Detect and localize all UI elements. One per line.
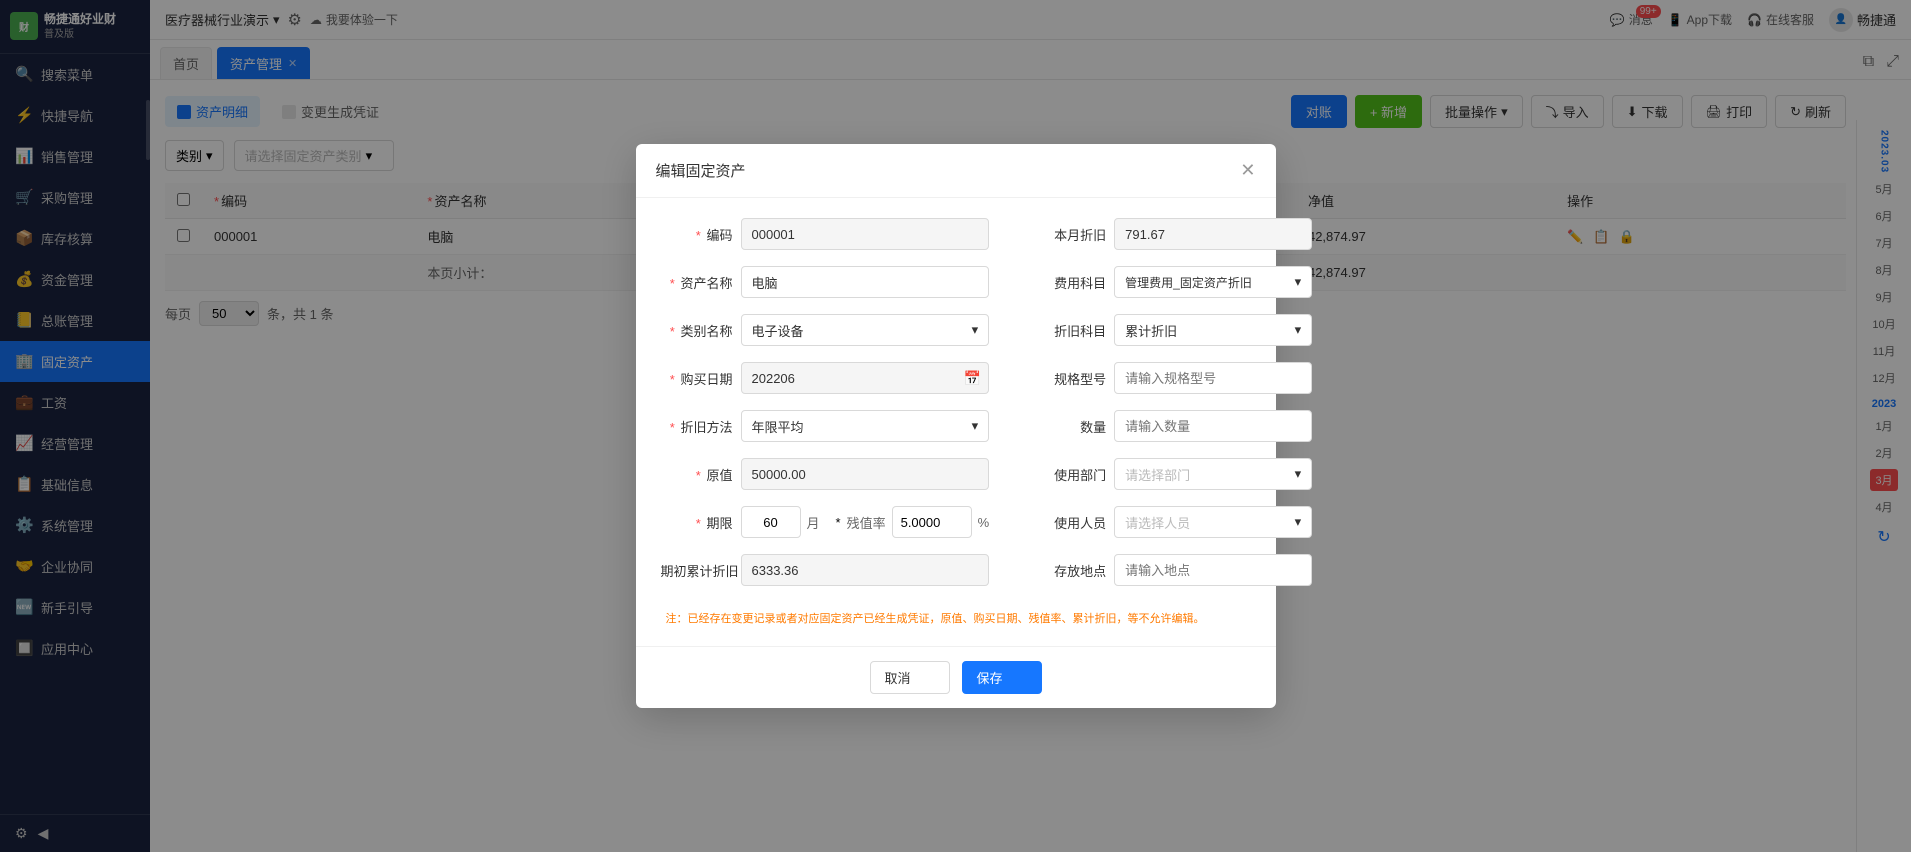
form-col-dep-subject: 折旧科目 累计折旧 ▾ <box>1039 314 1312 346</box>
label-department: 使用部门 <box>1039 465 1114 484</box>
form-col-quantity: 数量 <box>1039 410 1312 442</box>
input-location[interactable] <box>1114 554 1312 586</box>
modal-overlay: 编辑固定资产 ✕ * 编码 <box>0 0 1911 852</box>
expense-subject-value: 管理费用_固定资产折旧 <box>1125 274 1252 291</box>
form-row-purchase-date: * 购买日期 📅 <box>661 362 990 394</box>
form-col-category: * 类别名称 电子设备 ▾ <box>661 314 990 346</box>
form-row-expense-subject: 费用科目 管理费用_固定资产折旧 ▾ <box>1039 266 1312 298</box>
edit-asset-modal: 编辑固定资产 ✕ * 编码 <box>636 144 1276 708</box>
label-initial-dep: 期初累计折旧 <box>661 561 741 580</box>
label-spec: 规格型号 <box>1039 369 1114 388</box>
form-row-dep-subject: 折旧科目 累计折旧 ▾ <box>1039 314 1312 346</box>
form-row-spec: 规格型号 <box>1039 362 1312 394</box>
form-col-original-value: * 原值 <box>661 458 990 490</box>
modal-body: * 编码 * 资产名称 <box>636 198 1276 646</box>
modal-note: 注：已经存在变更记录或者对应固定资产已经生成凭证，原值、购买日期、残值率、累计折… <box>661 610 1251 626</box>
label-code: * 编码 <box>661 225 741 244</box>
form-row-name: * 资产名称 <box>661 266 990 298</box>
form-row-code: * 编码 <box>661 218 990 250</box>
form-row-location: 存放地点 <box>1039 554 1312 586</box>
dep-method-value: 年限平均 <box>752 417 804 436</box>
select-category[interactable]: 电子设备 ▾ <box>741 314 990 346</box>
label-location: 存放地点 <box>1039 561 1114 580</box>
label-dep-method: * 折旧方法 <box>661 417 741 436</box>
form-col-spec: 规格型号 <box>1039 362 1312 394</box>
select-person[interactable]: 请选择人员 ▾ <box>1114 506 1312 538</box>
label-residual-rate: 残值率 <box>847 513 886 532</box>
department-placeholder: 请选择部门 <box>1125 465 1190 484</box>
residual-rate-unit: % <box>978 515 990 530</box>
form-row-initial-dep: 期初累计折旧 <box>661 554 990 586</box>
modal-header: 编辑固定资产 ✕ <box>636 144 1276 198</box>
dep-subject-value: 累计折旧 <box>1125 321 1177 340</box>
form-col-expense-subject: 费用科目 管理费用_固定资产折旧 ▾ <box>1039 266 1312 298</box>
select-dep-method[interactable]: 年限平均 ▾ <box>741 410 990 442</box>
label-monthly-dep: 本月折旧 <box>1039 225 1114 244</box>
form-col-location: 存放地点 <box>1039 554 1312 586</box>
dep-method-dropdown-icon: ▾ <box>972 418 979 434</box>
form-row-person: 使用人员 请选择人员 ▾ <box>1039 506 1312 538</box>
cancel-label: 取消 <box>885 668 911 687</box>
form-row-period: * 期限 月 * 残值率 % <box>661 506 990 538</box>
period-unit: 月 <box>807 513 820 532</box>
input-name[interactable] <box>741 266 990 298</box>
form-col-period: * 期限 月 * 残值率 % <box>661 506 990 538</box>
input-monthly-dep <box>1114 218 1312 250</box>
input-code[interactable] <box>741 218 990 250</box>
input-purchase-date[interactable] <box>741 362 990 394</box>
form-col-person: 使用人员 请选择人员 ▾ <box>1039 506 1312 538</box>
cancel-btn[interactable]: 取消 <box>870 661 950 694</box>
dept-dropdown-icon: ▾ <box>1295 466 1302 482</box>
form-col-initial-dep: 期初累计折旧 <box>661 554 990 586</box>
modal-columns: * 编码 * 资产名称 <box>661 218 1251 602</box>
label-period: * 期限 <box>661 513 741 532</box>
label-original-value: * 原值 <box>661 465 741 484</box>
label-name: * 资产名称 <box>661 273 741 292</box>
purchase-date-wrap: 📅 <box>741 362 990 394</box>
select-department[interactable]: 请选择部门 ▾ <box>1114 458 1312 490</box>
modal-title: 编辑固定资产 <box>656 160 746 181</box>
input-original-value[interactable] <box>741 458 990 490</box>
modal-close-btn[interactable]: ✕ <box>1240 160 1255 181</box>
form-col-name: * 资产名称 <box>661 266 990 298</box>
form-row-department: 使用部门 请选择部门 ▾ <box>1039 458 1312 490</box>
save-label: 保存 <box>977 668 1003 687</box>
period-inline: 月 * 残值率 % <box>741 506 990 538</box>
dep-subject-dropdown-icon: ▾ <box>1295 322 1302 338</box>
label-quantity: 数量 <box>1039 417 1114 436</box>
form-col-monthly-dep: 本月折旧 <box>1039 218 1312 250</box>
form-row-quantity: 数量 <box>1039 410 1312 442</box>
label-category: * 类别名称 <box>661 321 741 340</box>
label-person: 使用人员 <box>1039 513 1114 532</box>
person-placeholder: 请选择人员 <box>1125 513 1190 532</box>
form-row-category: * 类别名称 电子设备 ▾ <box>661 314 990 346</box>
modal-footer: 取消 保存 <box>636 646 1276 708</box>
save-btn[interactable]: 保存 <box>962 661 1042 694</box>
form-col-purchase-date: * 购买日期 📅 <box>661 362 990 394</box>
form-row-original-value: * 原值 <box>661 458 990 490</box>
form-col-department: 使用部门 请选择部门 ▾ <box>1039 458 1312 490</box>
select-expense-subject[interactable]: 管理费用_固定资产折旧 ▾ <box>1114 266 1312 298</box>
label-purchase-date: * 购买日期 <box>661 369 741 388</box>
form-row-monthly-dep: 本月折旧 <box>1039 218 1312 250</box>
select-dep-subject[interactable]: 累计折旧 ▾ <box>1114 314 1312 346</box>
calendar-icon[interactable]: 📅 <box>964 370 981 387</box>
expense-dropdown-icon: ▾ <box>1295 274 1302 290</box>
input-period[interactable] <box>741 506 801 538</box>
category-dropdown-icon: ▾ <box>972 322 979 338</box>
form-row-dep-method: * 折旧方法 年限平均 ▾ <box>661 410 990 442</box>
category-value: 电子设备 <box>752 321 804 340</box>
person-dropdown-icon: ▾ <box>1295 514 1302 530</box>
input-initial-dep[interactable] <box>741 554 990 586</box>
form-col-dep-method: * 折旧方法 年限平均 ▾ <box>661 410 990 442</box>
input-spec[interactable] <box>1114 362 1312 394</box>
label-expense-subject: 费用科目 <box>1039 273 1114 292</box>
form-col-code: * 编码 <box>661 218 990 250</box>
modal-left-col: * 编码 * 资产名称 <box>661 218 1010 602</box>
input-quantity[interactable] <box>1114 410 1312 442</box>
input-residual-rate[interactable] <box>892 506 972 538</box>
modal-right-col: 本月折旧 费用科目 管理费用_固定资产折旧 <box>1019 218 1312 602</box>
label-dep-subject: 折旧科目 <box>1039 321 1114 340</box>
